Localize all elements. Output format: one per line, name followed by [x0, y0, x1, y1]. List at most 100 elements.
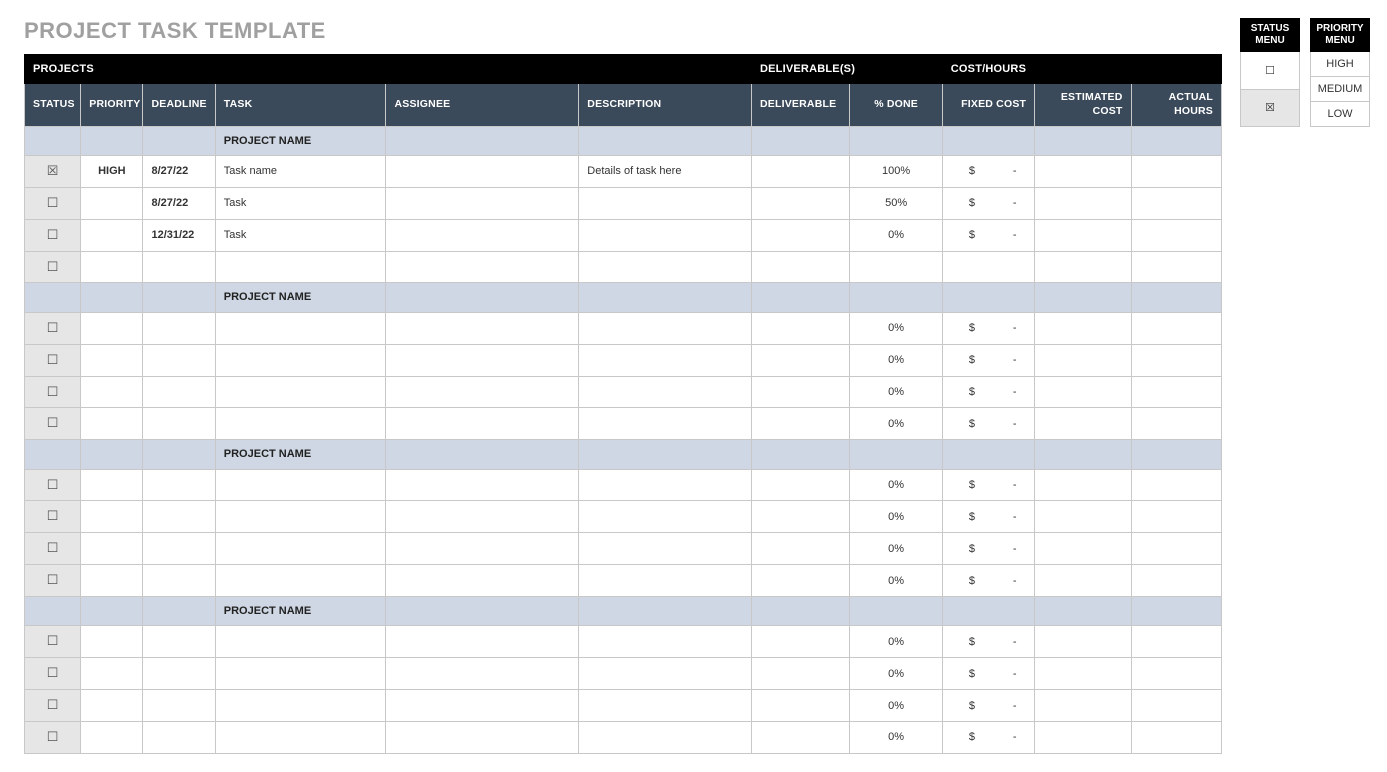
fixed-cost-cell[interactable]: $ - — [942, 690, 1034, 722]
description-cell[interactable] — [579, 722, 752, 754]
priority-cell[interactable] — [81, 501, 143, 533]
fixed-cost-cell[interactable]: $ - — [942, 533, 1034, 565]
deadline-cell[interactable] — [143, 408, 215, 440]
task-cell[interactable]: Task name — [215, 155, 386, 187]
deliverable-cell[interactable] — [752, 501, 850, 533]
task-cell[interactable] — [215, 376, 386, 408]
fixed-cost-cell[interactable]: $ - — [942, 219, 1034, 251]
description-cell[interactable] — [579, 658, 752, 690]
assignee-cell[interactable] — [386, 501, 579, 533]
est-cost-cell[interactable] — [1035, 533, 1131, 565]
assignee-cell[interactable] — [386, 187, 579, 219]
fixed-cost-cell[interactable]: $ - — [942, 376, 1034, 408]
actual-hours-cell[interactable] — [1131, 690, 1221, 722]
deliverable-cell[interactable] — [752, 658, 850, 690]
est-cost-cell[interactable] — [1035, 376, 1131, 408]
deadline-cell[interactable] — [143, 565, 215, 597]
pct-done-cell[interactable]: 0% — [850, 565, 942, 597]
task-cell[interactable] — [215, 469, 386, 501]
actual-hours-cell[interactable] — [1131, 187, 1221, 219]
assignee-cell[interactable] — [386, 155, 579, 187]
description-cell[interactable] — [579, 533, 752, 565]
assignee-cell[interactable] — [386, 626, 579, 658]
actual-hours-cell[interactable] — [1131, 469, 1221, 501]
fixed-cost-cell[interactable]: $ - — [942, 155, 1034, 187]
description-cell[interactable] — [579, 376, 752, 408]
deadline-cell[interactable] — [143, 626, 215, 658]
description-cell[interactable] — [579, 501, 752, 533]
status-cell[interactable]: ☐ — [25, 690, 81, 722]
group-status-cell[interactable] — [25, 597, 81, 626]
status-cell[interactable]: ☐ — [25, 533, 81, 565]
deliverable-cell[interactable] — [752, 690, 850, 722]
est-cost-cell[interactable] — [1035, 251, 1131, 283]
assignee-cell[interactable] — [386, 469, 579, 501]
deliverable-cell[interactable] — [752, 187, 850, 219]
description-cell[interactable] — [579, 187, 752, 219]
status-legend-cell[interactable]: ☐ — [1241, 52, 1300, 90]
status-cell[interactable]: ☐ — [25, 312, 81, 344]
priority-cell[interactable] — [81, 722, 143, 754]
priority-cell[interactable] — [81, 469, 143, 501]
group-name-cell[interactable]: PROJECT NAME — [215, 126, 386, 155]
description-cell[interactable] — [579, 469, 752, 501]
pct-done-cell[interactable]: 0% — [850, 312, 942, 344]
group-name-cell[interactable]: PROJECT NAME — [215, 440, 386, 469]
actual-hours-cell[interactable] — [1131, 533, 1221, 565]
assignee-cell[interactable] — [386, 312, 579, 344]
deadline-cell[interactable] — [143, 658, 215, 690]
pct-done-cell[interactable]: 0% — [850, 658, 942, 690]
priority-cell[interactable] — [81, 376, 143, 408]
deadline-cell[interactable] — [143, 722, 215, 754]
deadline-cell[interactable] — [143, 312, 215, 344]
assignee-cell[interactable] — [386, 344, 579, 376]
pct-done-cell[interactable]: 0% — [850, 722, 942, 754]
task-cell[interactable] — [215, 344, 386, 376]
pct-done-cell[interactable]: 0% — [850, 501, 942, 533]
pct-done-cell[interactable]: 0% — [850, 344, 942, 376]
fixed-cost-cell[interactable]: $ - — [942, 626, 1034, 658]
priority-cell[interactable] — [81, 565, 143, 597]
pct-done-cell[interactable]: 0% — [850, 469, 942, 501]
est-cost-cell[interactable] — [1035, 408, 1131, 440]
deadline-cell[interactable] — [143, 376, 215, 408]
deliverable-cell[interactable] — [752, 408, 850, 440]
status-cell[interactable]: ☐ — [25, 501, 81, 533]
deliverable-cell[interactable] — [752, 533, 850, 565]
status-cell[interactable]: ☐ — [25, 565, 81, 597]
pct-done-cell[interactable]: 0% — [850, 376, 942, 408]
est-cost-cell[interactable] — [1035, 155, 1131, 187]
group-name-cell[interactable]: PROJECT NAME — [215, 283, 386, 312]
assignee-cell[interactable] — [386, 658, 579, 690]
est-cost-cell[interactable] — [1035, 187, 1131, 219]
task-cell[interactable] — [215, 565, 386, 597]
status-legend-cell[interactable]: ☒ — [1241, 89, 1300, 127]
priority-legend-cell[interactable]: MEDIUM — [1311, 77, 1370, 102]
priority-cell[interactable] — [81, 219, 143, 251]
deliverable-cell[interactable] — [752, 626, 850, 658]
est-cost-cell[interactable] — [1035, 690, 1131, 722]
pct-done-cell[interactable]: 50% — [850, 187, 942, 219]
assignee-cell[interactable] — [386, 722, 579, 754]
pct-done-cell[interactable] — [850, 251, 942, 283]
status-cell[interactable]: ☐ — [25, 344, 81, 376]
task-cell[interactable] — [215, 658, 386, 690]
description-cell[interactable]: Details of task here — [579, 155, 752, 187]
assignee-cell[interactable] — [386, 251, 579, 283]
priority-cell[interactable] — [81, 690, 143, 722]
task-cell[interactable] — [215, 722, 386, 754]
status-cell[interactable]: ☐ — [25, 376, 81, 408]
fixed-cost-cell[interactable]: $ - — [942, 501, 1034, 533]
deadline-cell[interactable] — [143, 469, 215, 501]
deliverable-cell[interactable] — [752, 344, 850, 376]
pct-done-cell[interactable]: 0% — [850, 533, 942, 565]
deadline-cell[interactable] — [143, 501, 215, 533]
task-cell[interactable] — [215, 626, 386, 658]
status-cell[interactable]: ☒ — [25, 155, 81, 187]
fixed-cost-cell[interactable]: $ - — [942, 408, 1034, 440]
est-cost-cell[interactable] — [1035, 312, 1131, 344]
task-cell[interactable] — [215, 533, 386, 565]
group-status-cell[interactable] — [25, 283, 81, 312]
task-cell[interactable] — [215, 251, 386, 283]
actual-hours-cell[interactable] — [1131, 219, 1221, 251]
